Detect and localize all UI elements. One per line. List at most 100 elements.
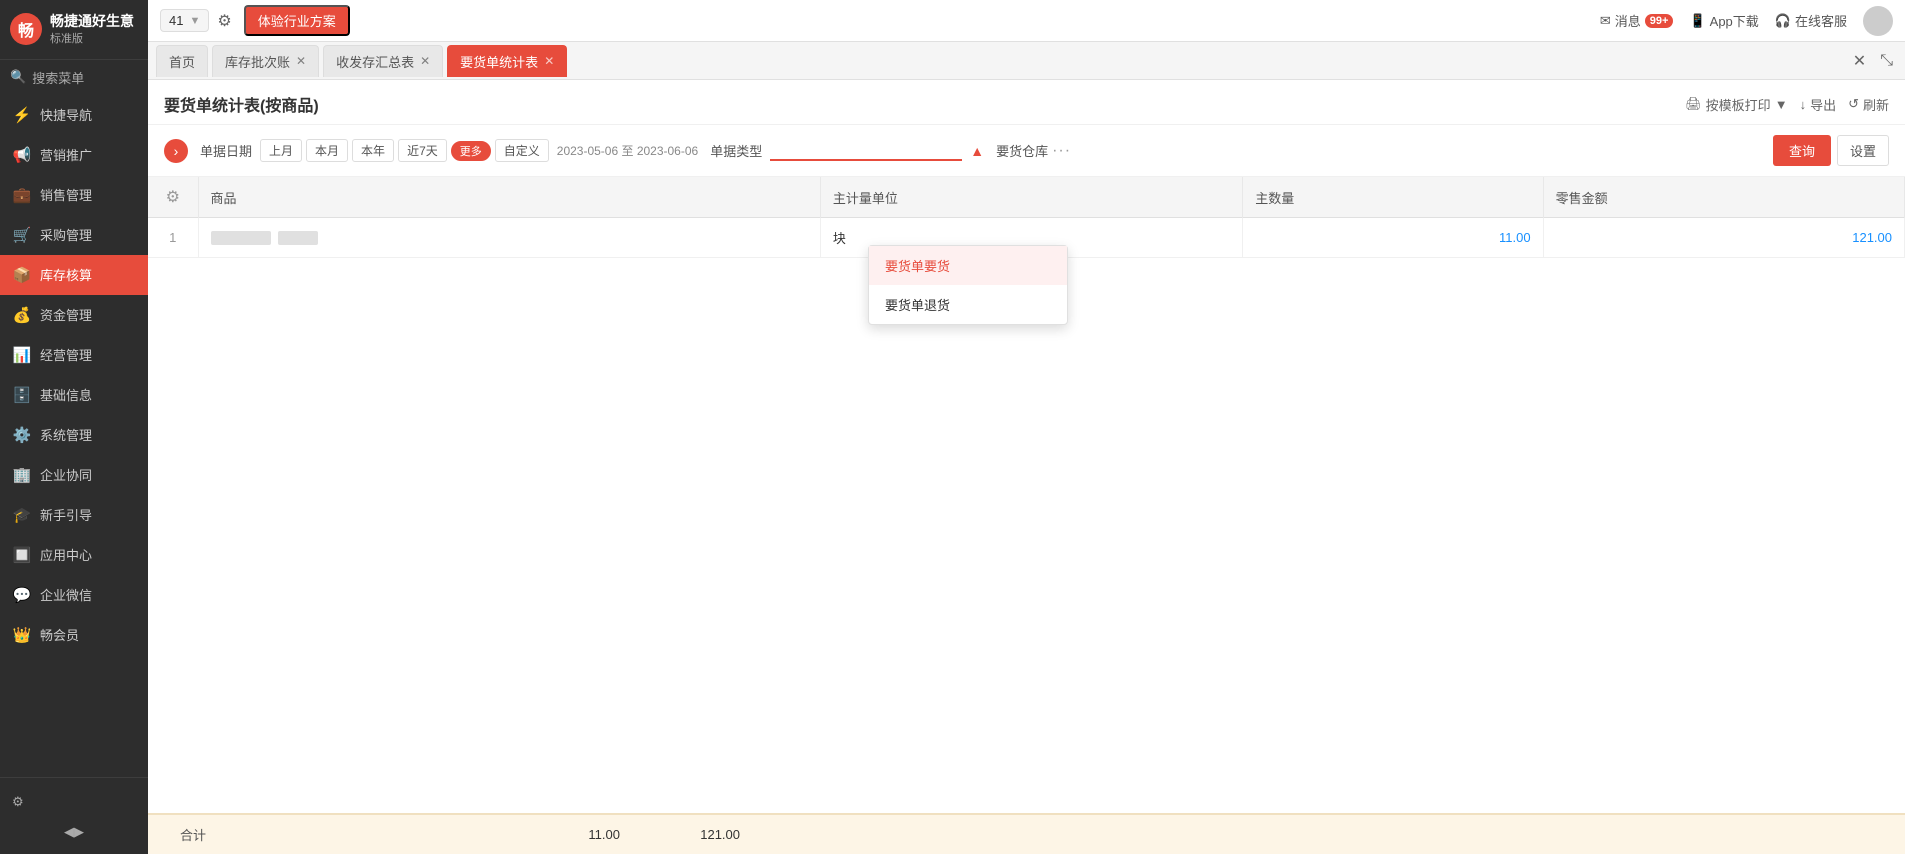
settings-button[interactable]: 设置 (1837, 135, 1889, 166)
cell-qty[interactable]: 11.00 (1243, 218, 1543, 258)
messages-button[interactable]: ✉ 消息 99+ (1600, 11, 1674, 30)
type-filter-input[interactable] (770, 140, 962, 161)
messages-badge: 99+ (1645, 14, 1674, 28)
tab-order-summary[interactable]: 要货单统计表 ✕ (447, 45, 567, 77)
sidebar-item-sales[interactable]: 💼 销售管理 (0, 175, 148, 215)
cell-amount[interactable]: 121.00 (1543, 218, 1904, 258)
refresh-icon: ↺ (1848, 96, 1859, 112)
date-last-7days-btn[interactable]: 近7天 (398, 139, 447, 162)
col-unit-header: 主计量单位 (820, 177, 1242, 218)
chevron-down-icon: ▼ (189, 15, 200, 27)
sidebar-item-marketing[interactable]: 📢 营销推广 (0, 135, 148, 175)
date-this-year-btn[interactable]: 本年 (352, 139, 394, 162)
filter-date-group: 单据日期 上月 本月 本年 近7天 更多 自定义 2023-05-06 至 20… (200, 139, 698, 162)
search-icon: 🔍 (10, 69, 26, 85)
filter-expand-button[interactable]: › (164, 139, 188, 163)
sidebar-item-label: 应用中心 (40, 545, 136, 564)
sidebar-item-label: 系统管理 (40, 425, 136, 444)
expand-icon: › (174, 143, 179, 159)
date-more-btn[interactable]: 更多 (451, 141, 491, 161)
sidebar-item-operations[interactable]: 📊 经营管理 (0, 335, 148, 375)
date-last-month-btn[interactable]: 上月 (260, 139, 302, 162)
operations-icon: 📊 (12, 345, 32, 365)
tabs-bar: 首页 库存批次账 ✕ 收发存汇总表 ✕ 要货单统计表 ✕ ✕ ⤡ (148, 42, 1905, 80)
warehouse-more-icon[interactable]: ··· (1052, 142, 1071, 160)
sidebar-item-label: 营销推广 (40, 145, 136, 164)
sidebar-settings-btn[interactable]: ⚙ (0, 786, 148, 818)
sidebar-item-label: 畅会员 (40, 625, 136, 644)
sidebar-item-label: 库存核算 (40, 265, 136, 284)
tab-recv-summary[interactable]: 收发存汇总表 ✕ (323, 45, 443, 77)
date-filter-label: 单据日期 (200, 141, 252, 160)
online-service-button[interactable]: 🎧 在线客服 (1775, 11, 1847, 30)
settings-bottom-icon: ⚙ (12, 794, 24, 810)
tab-inventory-batch[interactable]: 库存批次账 ✕ (212, 45, 319, 77)
date-range-display: 2023-05-06 至 2023-06-06 (557, 142, 698, 159)
sidebar-nav-scroll: ⚡ 快捷导航 📢 营销推广 💼 销售管理 🛒 采购管理 📦 库存核算 💰 资金管… (0, 95, 148, 777)
export-label: 导出 (1810, 95, 1836, 114)
export-button[interactable]: ↓ 导出 (1800, 95, 1837, 114)
wechat-icon: 💬 (12, 585, 32, 605)
sidebar-collapse-button[interactable]: ◀▶ (0, 818, 148, 846)
cell-product (198, 218, 820, 258)
sidebar-item-label: 采购管理 (40, 225, 136, 244)
print-icon: 🖨 (1685, 96, 1702, 112)
tab-inventory-batch-close[interactable]: ✕ (296, 54, 306, 68)
sidebar-item-label: 资金管理 (40, 305, 136, 324)
dropdown-item-order-return[interactable]: 要货单退货 (869, 285, 1067, 324)
sidebar-item-finance[interactable]: 💰 资金管理 (0, 295, 148, 335)
sidebar-item-enterprise[interactable]: 🏢 企业协同 (0, 455, 148, 495)
member-icon: 👑 (12, 625, 32, 645)
sidebar-item-member[interactable]: 👑 畅会员 (0, 615, 148, 655)
sidebar-item-inventory[interactable]: 📦 库存核算 (0, 255, 148, 295)
query-button[interactable]: 查询 (1773, 135, 1831, 166)
base-icon: 🗄️ (12, 385, 32, 405)
sidebar-logo: 畅 畅捷通好生意 标准版 (0, 0, 148, 60)
warehouse-filter-label: 要货仓库 (996, 141, 1048, 160)
sidebar-item-apps[interactable]: 🔲 应用中心 (0, 535, 148, 575)
store-selector[interactable]: 41 ▼ (160, 9, 209, 32)
tab-recv-summary-close[interactable]: ✕ (420, 54, 430, 68)
tab-order-summary-close[interactable]: ✕ (544, 54, 554, 68)
content-area: 要货单统计表(按商品) 🖨 按模板打印 ▼ ↓ 导出 ↺ 刷新 (148, 80, 1905, 854)
sidebar-search-label: 搜索菜单 (32, 68, 84, 87)
refresh-button[interactable]: ↺ 刷新 (1848, 95, 1889, 114)
sidebar-item-purchase[interactable]: 🛒 采购管理 (0, 215, 148, 255)
table-settings-icon[interactable]: ⚙ (166, 189, 180, 206)
logo-sub-text: 标准版 (50, 32, 134, 47)
sidebar-item-base[interactable]: 🗄️ 基础信息 (0, 375, 148, 415)
sidebar-item-guide[interactable]: 🎓 新手引导 (0, 495, 148, 535)
trial-button[interactable]: 体验行业方案 (244, 5, 350, 36)
tab-home-label: 首页 (169, 52, 195, 71)
user-avatar[interactable] (1863, 6, 1893, 36)
footer-total-amount: 121.00 (620, 827, 740, 842)
logo-main-text: 畅捷通好生意 (50, 12, 134, 32)
sidebar-item-quick-nav[interactable]: ⚡ 快捷导航 (0, 95, 148, 135)
col-settings-header[interactable]: ⚙ (148, 177, 198, 218)
sidebar-search-item[interactable]: 🔍 搜索菜单 (0, 60, 148, 95)
topbar-settings-icon[interactable]: ⚙ (217, 11, 231, 31)
apps-icon: 🔲 (12, 545, 32, 565)
sidebar-item-label: 快捷导航 (40, 105, 136, 124)
page-header: 要货单统计表(按商品) 🖨 按模板打印 ▼ ↓ 导出 ↺ 刷新 (148, 80, 1905, 125)
sidebar: 畅 畅捷通好生意 标准版 🔍 搜索菜单 ⚡ 快捷导航 📢 营销推广 💼 销售管理… (0, 0, 148, 854)
app-download-button[interactable]: 📱 App下载 (1689, 11, 1758, 30)
sidebar-item-label: 新手引导 (40, 505, 136, 524)
finance-icon: 💰 (12, 305, 32, 325)
enterprise-icon: 🏢 (12, 465, 32, 485)
sidebar-item-wechat[interactable]: 💬 企业微信 (0, 575, 148, 615)
date-custom-btn[interactable]: 自定义 (495, 139, 549, 162)
tab-close-all-icon[interactable]: ✕ (1849, 49, 1870, 73)
type-dropdown: 要货单要货 要货单退货 (868, 245, 1068, 325)
tab-recv-summary-label: 收发存汇总表 (336, 52, 414, 71)
page-title: 要货单统计表(按商品) (164, 92, 319, 116)
footer-total-label: 合计 (160, 825, 500, 844)
tab-expand-icon[interactable]: ⤡ (1876, 50, 1897, 72)
tab-home[interactable]: 首页 (156, 45, 208, 77)
dropdown-item-order-purchase[interactable]: 要货单要货 (869, 246, 1067, 285)
type-dropdown-arrow[interactable]: ▲ (970, 143, 984, 159)
print-template-button[interactable]: 🖨 按模板打印 ▼ (1685, 95, 1787, 114)
date-this-month-btn[interactable]: 本月 (306, 139, 348, 162)
app-icon: 📱 (1689, 13, 1705, 29)
sidebar-item-system[interactable]: ⚙️ 系统管理 (0, 415, 148, 455)
